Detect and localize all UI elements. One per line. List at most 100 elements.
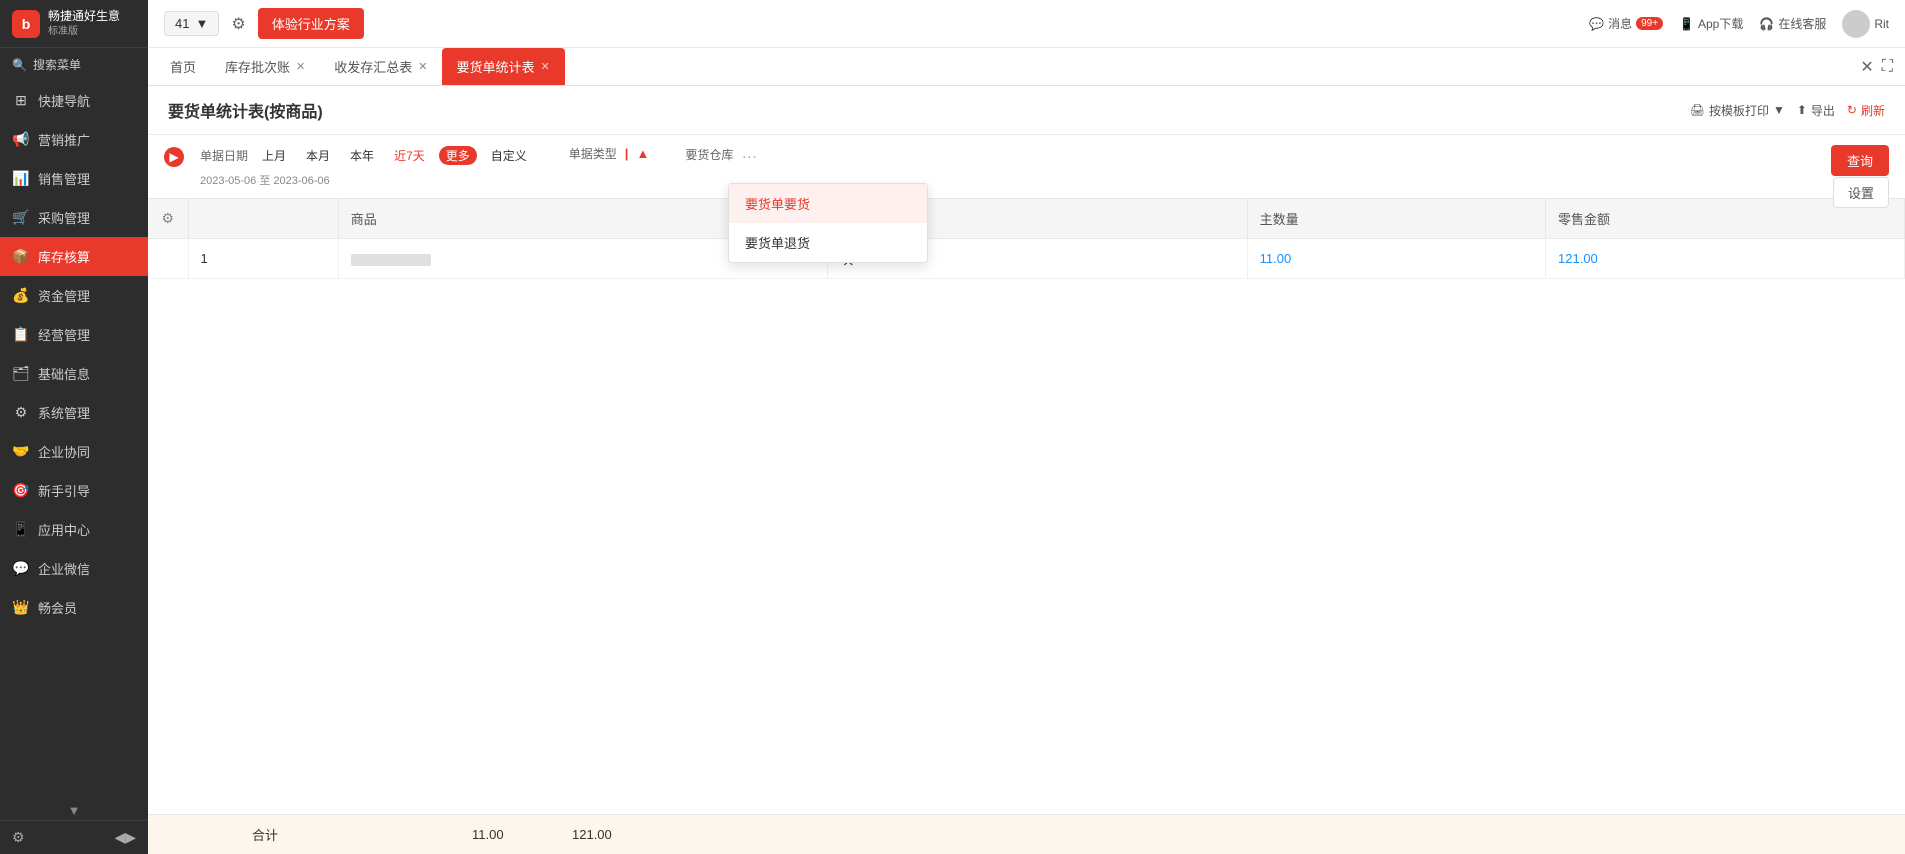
logo-text: 畅捷通好生意 标准版 [48,9,120,38]
tab-home[interactable]: 首页 [156,48,211,85]
sidebar-item-basic[interactable]: 🗂基础信息 [0,354,148,393]
minimize-icon[interactable]: ✕ [1860,57,1873,77]
search-menu[interactable]: 🔍 搜索菜单 [0,48,148,81]
nav-icon-marketing: 📢 [12,131,30,149]
tab-close-receivable-summary[interactable]: ✕ [418,60,427,73]
header-left: 41 ▼ ⚙ 体验行业方案 [164,8,364,39]
sidebar-item-operation[interactable]: 📋 经营管理 [0,315,148,354]
sidebar-item-guide[interactable]: 🎯 新手引导 [0,471,148,510]
date-more[interactable]: 更多 [439,146,477,165]
logo-subtitle: 标准版 [48,25,120,38]
nav-icon-finance: 💰 [12,287,30,305]
search-label: 搜索菜单 [33,56,81,73]
date-range-display: 2023-05-06 至 2023-06-06 [200,172,533,188]
type-filter-divider: | [625,146,629,161]
date-recent-7[interactable]: 近7天 [388,145,431,166]
tab-inventory-batch[interactable]: 库存批次账✕ [211,48,320,85]
sidebar-item-sales[interactable]: 📊销售管理 [0,159,148,198]
date-filter-label: 单据日期 [200,147,248,164]
settings-icon[interactable]: ⚙ [12,829,25,846]
sidebar-item-finance[interactable]: 💰 资金管理 [0,276,148,315]
tab-order-summary[interactable]: 要货单统计表 ✕ [442,48,564,85]
search-icon: 🔍 [12,58,27,72]
sidebar-item-system[interactable]: ⚙系统管理 [0,393,148,432]
tab-close-order-summary[interactable]: ✕ [541,60,550,73]
window-controls: ✕ ⛶ [1848,57,1905,77]
date-last-month[interactable]: 上月 [256,145,292,166]
date-this-month[interactable]: 本月 [300,145,336,166]
type-filter-section: 单据类型 | ▲ [569,145,650,162]
query-button[interactable]: 查询 [1831,145,1889,176]
nav-icon-basic: 🗂 [12,365,30,383]
date-this-year[interactable]: 本年 [344,145,380,166]
phone-icon: 📱 [1679,17,1694,31]
refresh-label: 刷新 [1861,102,1885,119]
nav-label-purchase: 采购管理 [38,208,90,227]
store-name: 41 [175,16,189,31]
sidebar-item-member[interactable]: 👑 畅会员 [0,588,148,627]
refresh-icon: ↻ [1847,103,1857,117]
export-label: 导出 [1811,102,1835,119]
nav-label-operation: 经营管理 [38,325,90,344]
nav-label-system: 系统管理 [38,403,90,422]
sidebar-item-marketing[interactable]: 📢 营销推广 [0,120,148,159]
message-action[interactable]: 💬 消息 99+ [1589,15,1663,32]
nav-label-member: 畅会员 [38,598,77,617]
date-custom[interactable]: 自定义 [485,145,533,166]
tab-bar: 首页库存批次账✕收发存汇总表✕ 要货单统计表 ✕ ✕ ⛶ [148,48,1905,86]
nav-label-marketing: 营销推广 [38,130,90,149]
header-settings-icon[interactable]: ⚙ [231,14,245,34]
nav-label-appstore: 应用中心 [38,520,90,539]
sidebar-item-purchase[interactable]: 🛒采购管理 [0,198,148,237]
app-download-action[interactable]: 📱 App下载 [1679,15,1743,32]
avatar [1842,10,1870,38]
nav-icon-sales: 📊 [12,170,30,188]
support-action[interactable]: 🎧 在线客服 [1759,15,1826,32]
scroll-down-indicator: ▼ [0,801,148,820]
page-actions: 🖨 按模板打印 ▼ ⬆ 导出 ↻ 刷新 [1690,102,1885,119]
collapse-icon[interactable]: ◀▶ [114,829,136,846]
cell-quantity: 11.00 [1247,239,1545,279]
store-selector[interactable]: 41 ▼ [164,11,219,36]
sidebar-item-quick-nav[interactable]: ⊞快捷导航 [0,81,148,120]
user-area[interactable]: Rit [1842,10,1889,38]
tab-close-inventory-batch[interactable]: ✕ [296,60,305,73]
col-quantity-header: 主数量 [1247,199,1545,239]
nav-icon-guide: 🎯 [12,482,30,500]
data-table: ⚙ 商品 主计量单位 主数量 零售金额 1 块 11.00 121.0 [148,199,1905,279]
print-chevron: ▼ [1773,103,1785,117]
filter-expand-button[interactable]: ▶ [164,147,184,167]
sidebar-item-wechat[interactable]: 💬 企业微信 [0,549,148,588]
tab-label-order-summary: 要货单统计表 [456,57,534,76]
type-filter-up-icon: ▲ [636,146,649,161]
nav-icon-wechat: 💬 [12,560,30,578]
col-settings-header: ⚙ [148,199,188,239]
sidebar-item-appstore[interactable]: 📱 应用中心 [0,510,148,549]
sidebar-item-enterprise[interactable]: 🤝企业协同 [0,432,148,471]
nav-icon-operation: 📋 [12,326,30,344]
nav-icon-appstore: 📱 [12,521,30,539]
print-action[interactable]: 🖨 按模板打印 ▼ [1690,102,1785,119]
nav-label-finance: 资金管理 [38,286,90,305]
nav-label-wechat: 企业微信 [38,559,90,578]
dropdown-item-return[interactable]: 要货单退货 [729,223,927,262]
warehouse-filter-label: 要货仓库 [685,146,733,163]
date-filter-section: 单据日期 上月 本月 本年 近7天 更多 自定义 [200,145,533,166]
sidebar-item-inventory[interactable]: 📦库存核算 [0,237,148,276]
trial-button[interactable]: 体验行业方案 [258,8,364,39]
tab-receivable-summary[interactable]: 收发存汇总表✕ [320,48,442,85]
filter-bar: ▶ 单据日期 上月 本月 本年 近7天 更多 自定义 2023-05-06 至 … [148,135,1905,199]
sidebar-nav: ⊞快捷导航 📢 营销推广 📊销售管理🛒采购管理📦库存核算 💰 资金管理 📋 经营管理 🗂基础信息… [0,81,148,801]
settings-button[interactable]: 设置 [1833,177,1889,208]
dropdown-item-incoming[interactable]: 要货单要货 [729,184,927,223]
logo-area: b 畅捷通好生意 标准版 [0,0,148,48]
nav-icon-member: 👑 [12,599,30,617]
quantity-link[interactable]: 11.00 [1260,251,1292,266]
nav-label-guide: 新手引导 [38,481,90,500]
column-settings-icon[interactable]: ⚙ [161,210,174,227]
export-action[interactable]: ⬆ 导出 [1797,102,1835,119]
amount-link[interactable]: 121.00 [1558,251,1598,266]
maximize-icon[interactable]: ⛶ [1882,58,1893,76]
warehouse-more-icon[interactable]: … [741,145,757,163]
refresh-action[interactable]: ↻ 刷新 [1847,102,1885,119]
